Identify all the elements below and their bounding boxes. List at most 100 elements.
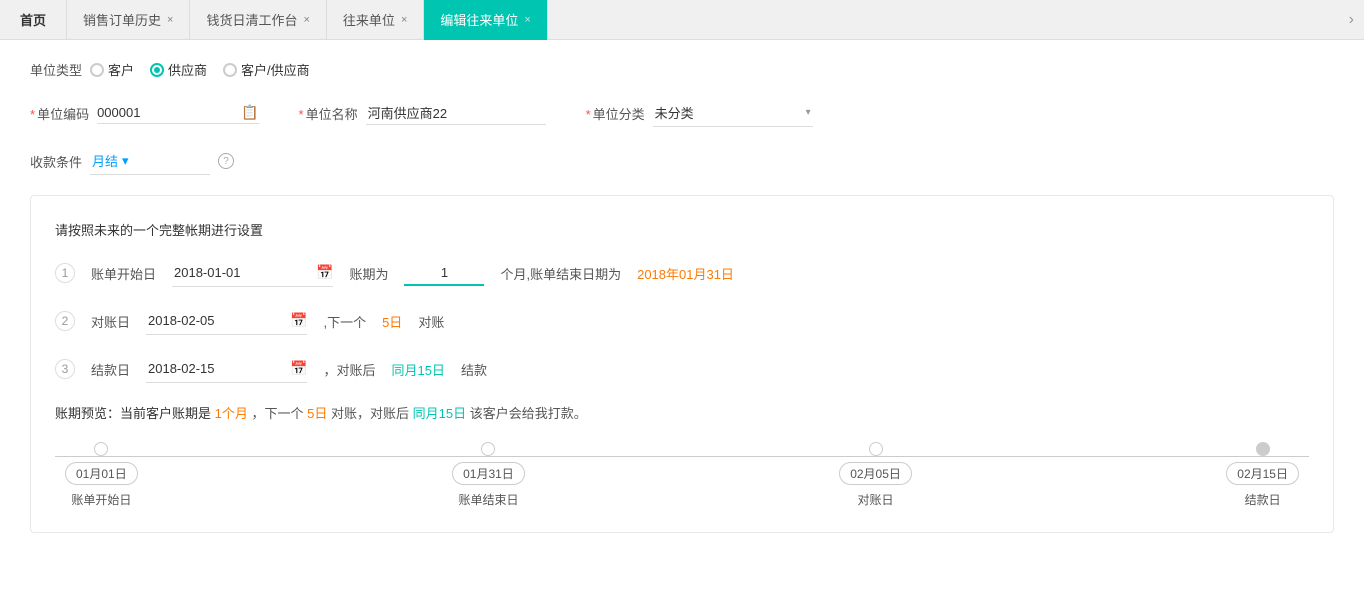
timeline-label-end: 账单结束日 — [458, 491, 518, 508]
preview-sep2: 对账，对账后 — [331, 406, 409, 421]
preview-2: 5日 — [307, 406, 327, 421]
timeline-point-start: 01月01日 账单开始日 — [65, 442, 138, 508]
tab-edit-partner[interactable]: 编辑往来单位 × — [424, 0, 547, 40]
tab-cash-work[interactable]: 钱货日清工作台 × — [190, 0, 326, 40]
payment-field: 收款条件 月结 ▾ ? — [30, 147, 234, 175]
period-3-desc-highlight: 同月15日 — [391, 360, 444, 379]
period-num-3: 3 — [55, 359, 75, 379]
preview-3: 同月15日 — [413, 406, 466, 421]
tab-scroll-right-icon[interactable]: › — [1339, 11, 1364, 29]
unit-code-input[interactable] — [97, 105, 237, 120]
unit-type-label: 单位类型 — [30, 60, 82, 79]
unit-name-label: *单位名称 — [299, 104, 358, 123]
preview-label: 账期预览：当前客户账期是 — [55, 406, 211, 421]
unit-category-label: *单位分类 — [586, 104, 645, 123]
close-sales-history-icon[interactable]: × — [167, 14, 173, 26]
preview-end: 该客户会给我打款。 — [470, 406, 587, 421]
main-content: 单位类型 客户 供应商 客户/供应商 *单位编码 — [0, 40, 1364, 608]
timeline-point-reconcile: 02月05日 对账日 — [839, 442, 912, 508]
period-3-desc-prefix: ，对账后 — [323, 360, 375, 379]
radio-customer-label: 客户 — [108, 60, 134, 79]
timeline-dot-reconcile — [869, 442, 883, 456]
radio-supplier[interactable]: 供应商 — [150, 60, 207, 79]
period-label-2: 对账日 — [91, 312, 130, 331]
radio-supplier-label: 供应商 — [168, 60, 207, 79]
timeline-dot-start — [94, 442, 108, 456]
period-unit-text: 个月,账单结束日期为 — [500, 264, 621, 283]
period-label-3: 结款日 — [91, 360, 130, 379]
period-2-calendar-icon[interactable]: 📅 — [290, 312, 307, 329]
payment-arrow-icon: ▾ — [122, 153, 129, 169]
unit-category-value: 未分类 — [655, 103, 802, 122]
timeline-label-payment: 结款日 — [1245, 491, 1281, 508]
tab-bar: 首页 销售订单历史 × 钱货日清工作台 × 往来单位 × 编辑往来单位 × › — [0, 0, 1364, 40]
card-instruction: 请按照未来的一个完整帐期进行设置 — [55, 220, 1309, 239]
radio-supplier-circle — [150, 63, 164, 77]
preview-sep1: ，下一个 — [252, 406, 304, 421]
unit-type-radio-group: 客户 供应商 客户/供应商 — [90, 60, 310, 79]
unit-category-arrow-icon: ▾ — [806, 107, 811, 118]
period-3-desc-suffix: 结款 — [461, 360, 487, 379]
unit-code-calendar-icon[interactable]: 📋 — [241, 104, 258, 121]
timeline-tag-reconcile: 02月05日 — [839, 462, 912, 485]
unit-info-row: *单位编码 📋 *单位名称 *单位分类 未分类 ▾ — [30, 99, 1334, 127]
period-3-calendar-icon[interactable]: 📅 — [290, 360, 307, 377]
period-num-2: 2 — [55, 311, 75, 331]
period-3-date-input[interactable] — [146, 357, 286, 380]
period-1-date-input[interactable] — [172, 261, 312, 284]
period-row-2: 2 对账日 📅 ,下一个 5日 对账 — [55, 307, 1309, 335]
payment-row: 收款条件 月结 ▾ ? — [30, 147, 1334, 175]
preview-section: 账期预览：当前客户账期是 1个月 ，下一个 5日 对账，对账后 同月15日 该客… — [55, 403, 1309, 422]
radio-both-circle — [223, 63, 237, 77]
timeline-tag-payment: 02月15日 — [1226, 462, 1299, 485]
payment-label: 收款条件 — [30, 152, 82, 171]
unit-category-dropdown[interactable]: 未分类 ▾ — [653, 99, 813, 127]
period-row-3: 3 结款日 📅 ，对账后 同月15日 结款 — [55, 355, 1309, 383]
timeline-tag-start: 01月01日 — [65, 462, 138, 485]
preview-1: 1个月 — [215, 406, 248, 421]
unit-code-field: *单位编码 📋 — [30, 102, 259, 124]
help-icon[interactable]: ? — [218, 153, 234, 169]
close-edit-partner-icon[interactable]: × — [524, 14, 530, 26]
unit-name-field: *单位名称 — [299, 101, 546, 125]
period-settings-card: 请按照未来的一个完整帐期进行设置 1 账单开始日 📅 账期为 个月,账单结束日期… — [30, 195, 1334, 533]
timeline-dot-payment — [1256, 442, 1270, 456]
period-2-desc-highlight: 5日 — [382, 312, 402, 331]
period-1-date-input-wrapper: 📅 — [172, 259, 333, 287]
unit-code-input-wrapper: 📋 — [97, 102, 258, 124]
timeline: 01月01日 账单开始日 01月31日 账单结束日 02月05日 对账日 02月… — [55, 442, 1309, 508]
period-label-text: 账期为 — [349, 264, 388, 283]
period-2-desc-prefix: ,下一个 — [323, 312, 366, 331]
tab-home[interactable]: 首页 — [0, 0, 67, 40]
unit-type-row: 单位类型 客户 供应商 客户/供应商 — [30, 60, 1334, 79]
period-2-date-input[interactable] — [146, 309, 286, 332]
radio-both-label: 客户/供应商 — [241, 60, 310, 79]
period-num-1: 1 — [55, 263, 75, 283]
radio-customer[interactable]: 客户 — [90, 60, 134, 79]
timeline-label-start: 账单开始日 — [71, 491, 131, 508]
close-cash-work-icon[interactable]: × — [303, 14, 309, 26]
unit-name-input[interactable] — [366, 101, 546, 125]
close-partner-icon[interactable]: × — [401, 14, 407, 26]
payment-value: 月结 — [92, 151, 118, 170]
period-row-1: 1 账单开始日 📅 账期为 个月,账单结束日期为 2018年01月31日 — [55, 259, 1309, 287]
tab-sales-history[interactable]: 销售订单历史 × — [67, 0, 190, 40]
timeline-point-end: 01月31日 账单结束日 — [452, 442, 525, 508]
timeline-point-payment: 02月15日 结款日 — [1226, 442, 1299, 508]
tab-partner[interactable]: 往来单位 × — [327, 0, 424, 40]
payment-dropdown[interactable]: 月结 ▾ — [90, 147, 210, 175]
period-2-date-input-wrapper: 📅 — [146, 307, 307, 335]
period-3-date-input-wrapper: 📅 — [146, 355, 307, 383]
unit-type-field: 单位类型 客户 供应商 客户/供应商 — [30, 60, 310, 79]
unit-code-label: *单位编码 — [30, 104, 89, 123]
period-result-text: 2018年01月31日 — [637, 264, 734, 283]
unit-category-field: *单位分类 未分类 ▾ — [586, 99, 813, 127]
period-1-calendar-icon[interactable]: 📅 — [316, 264, 333, 281]
timeline-tag-end: 01月31日 — [452, 462, 525, 485]
radio-both[interactable]: 客户/供应商 — [223, 60, 310, 79]
timeline-label-reconcile: 对账日 — [858, 491, 894, 508]
radio-customer-circle — [90, 63, 104, 77]
timeline-points: 01月01日 账单开始日 01月31日 账单结束日 02月05日 对账日 02月… — [55, 442, 1309, 508]
period-month-input[interactable] — [404, 261, 484, 286]
period-label-1: 账单开始日 — [91, 264, 156, 283]
